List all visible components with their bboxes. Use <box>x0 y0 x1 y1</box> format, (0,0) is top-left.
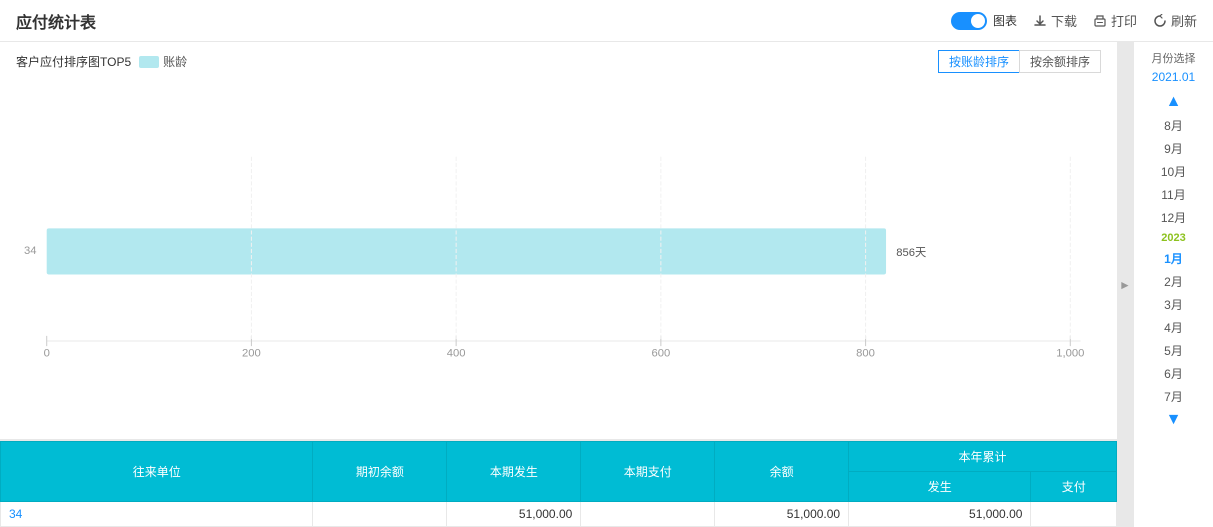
page-title: 应付统计表 <box>16 9 96 33</box>
sidebar-current[interactable]: 2021.01 <box>1152 70 1195 84</box>
sort-by-balance-btn[interactable]: 按账龄排序 <box>938 50 1019 73</box>
th-current-payment: 本期支付 <box>581 442 715 502</box>
svg-text:800: 800 <box>856 347 875 359</box>
print-icon <box>1093 14 1107 28</box>
th-from-unit: 往来单位 <box>1 442 313 502</box>
chart-area: 客户应付排序图TOP5 账龄 按账龄排序 按余额排序 <box>0 42 1117 439</box>
chart-container: 34 856天 0 200 400 <box>0 77 1117 439</box>
month-item-6[interactable]: 6月 <box>1134 362 1213 385</box>
month-item-10[interactable]: 10月 <box>1134 160 1213 183</box>
legend-title: 客户应付排序图TOP5 <box>16 53 131 70</box>
legend-label-age: 账龄 <box>163 53 187 70</box>
header-actions: 图表 下载 打印 刷新 <box>951 11 1197 30</box>
th-opening-balance: 期初余额 <box>313 442 447 502</box>
legend-color-age <box>139 56 159 68</box>
app-header: 应付统计表 图表 下载 打印 <box>0 0 1213 42</box>
chart-header: 客户应付排序图TOP5 账龄 按账龄排序 按余额排序 <box>0 42 1117 77</box>
chart-bar <box>47 228 886 274</box>
th-ytd-group: 本年累计 <box>849 442 1117 472</box>
cell-opening-balance <box>313 502 447 527</box>
cell-current-payment <box>581 502 715 527</box>
cell-unit: 34 <box>1 502 313 527</box>
svg-text:400: 400 <box>447 347 466 359</box>
month-item-7[interactable]: 7月 <box>1134 385 1213 408</box>
bar-chart-svg: 34 856天 0 200 400 <box>16 77 1101 431</box>
year-marker-2023[interactable]: 2023 <box>1134 229 1213 247</box>
nav-down-button[interactable]: ▼ <box>1162 408 1186 432</box>
cell-ytd-payment <box>1031 502 1117 527</box>
bar-end-label: 856天 <box>896 247 926 259</box>
month-item-2[interactable]: 2月 <box>1134 270 1213 293</box>
month-item-1[interactable]: 1月 <box>1134 247 1213 270</box>
th-ytd-payment: 支付 <box>1031 472 1117 502</box>
collapse-sidebar-btn[interactable]: ► <box>1117 42 1133 527</box>
right-sidebar: 月份选择 2021.01 ▲ 8月 9月 10月 11月 12月 2023 1月… <box>1133 42 1213 527</box>
month-item-3[interactable]: 3月 <box>1134 293 1213 316</box>
cell-balance: 51,000.00 <box>715 502 849 527</box>
table-area: 往来单位 期初余额 本期发生 本期支付 余额 本年累计 发生 支付 <box>0 439 1117 527</box>
chart-toggle-group[interactable]: 图表 <box>951 12 1017 30</box>
th-balance: 余额 <box>715 442 849 502</box>
download-button[interactable]: 下载 <box>1033 11 1077 30</box>
chart-toggle-label: 图表 <box>993 12 1017 29</box>
y-axis-label: 34 <box>24 245 37 257</box>
month-list: 8月 9月 10月 11月 12月 2023 1月 2月 3月 4月 5月 6月… <box>1134 114 1213 408</box>
chart-legend: 客户应付排序图TOP5 账龄 <box>16 53 187 70</box>
month-item-12[interactable]: 12月 <box>1134 206 1213 229</box>
download-icon <box>1033 14 1047 28</box>
month-item-11[interactable]: 11月 <box>1134 183 1213 206</box>
sidebar-title: 月份选择 <box>1152 50 1196 66</box>
month-item-5[interactable]: 5月 <box>1134 339 1213 362</box>
table-row: 34 51,000.00 51,000.00 51,000.00 <box>1 502 1117 527</box>
cell-ytd-occurrence: 51,000.00 <box>849 502 1031 527</box>
svg-text:200: 200 <box>242 347 261 359</box>
legend-item-age: 账龄 <box>139 53 187 70</box>
print-button[interactable]: 打印 <box>1093 11 1137 30</box>
th-current-occurrence: 本期发生 <box>447 442 581 502</box>
month-item-9[interactable]: 9月 <box>1134 137 1213 160</box>
svg-text:1,000: 1,000 <box>1056 347 1084 359</box>
chart-toggle-switch[interactable] <box>951 12 987 30</box>
svg-text:0: 0 <box>44 347 50 359</box>
month-item-8[interactable]: 8月 <box>1134 114 1213 137</box>
refresh-button[interactable]: 刷新 <box>1153 11 1197 30</box>
th-ytd-occurrence: 发生 <box>849 472 1031 502</box>
nav-up-button[interactable]: ▲ <box>1162 90 1186 114</box>
refresh-icon <box>1153 14 1167 28</box>
month-item-4[interactable]: 4月 <box>1134 316 1213 339</box>
main-content: 客户应付排序图TOP5 账龄 按账龄排序 按余额排序 <box>0 42 1213 527</box>
svg-text:600: 600 <box>651 347 670 359</box>
data-table: 往来单位 期初余额 本期发生 本期支付 余额 本年累计 发生 支付 <box>0 441 1117 527</box>
sort-by-amount-btn[interactable]: 按余额排序 <box>1019 50 1101 73</box>
unit-link[interactable]: 34 <box>9 507 22 521</box>
chart-sort: 按账龄排序 按余额排序 <box>938 50 1101 73</box>
cell-current-occurrence: 51,000.00 <box>447 502 581 527</box>
